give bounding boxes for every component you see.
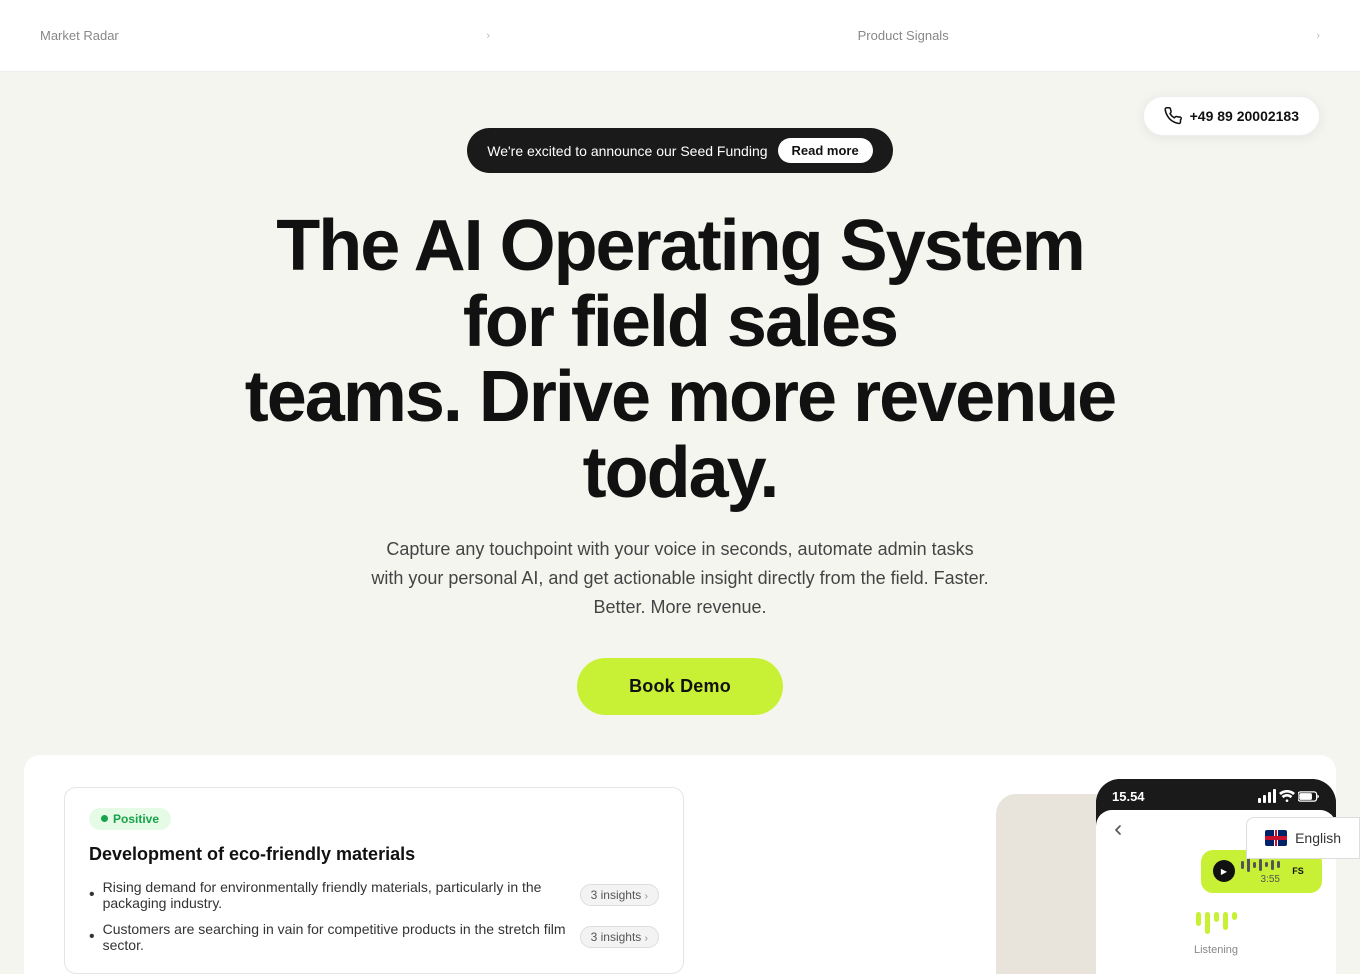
insight-badge-1[interactable]: 3 insights › [580,884,659,906]
battery-icon [1298,791,1320,802]
announcement-text: We're excited to announce our Seed Fundi… [487,143,767,159]
app-preview-section: Market Radar › Product Signals › Positiv… [24,755,1336,974]
read-more-button[interactable]: Read more [778,138,873,163]
tag-dot [101,815,108,822]
audio-duration: 3:55 [1241,874,1280,885]
language-label: English [1295,830,1341,846]
avatar-initials: FS [1286,859,1310,883]
insight-badge-2[interactable]: 3 insights › [580,926,659,948]
listening-label: Listening [1188,938,1244,962]
arrow-icon: › [645,891,648,902]
positive-tag: Positive [89,808,171,830]
phone-badge[interactable]: +49 89 20002183 [1143,96,1320,136]
status-icons [1258,789,1320,803]
list-item: Rising demand for environmentally friend… [89,879,659,911]
uk-flag-icon [1265,830,1287,846]
language-switcher[interactable]: English [1246,817,1360,859]
waveform-animation [1192,908,1241,938]
phone-front: 15.54 [1096,779,1336,974]
phone-time: 15.54 [1112,789,1145,804]
phones-container: 15.54 [996,779,1336,974]
list-item: Customers are searching in vain for comp… [89,921,659,953]
phone-icon [1164,107,1182,125]
phone-number: +49 89 20002183 [1190,108,1299,124]
waveform [1241,858,1280,872]
hero-subtext: Capture any touchpoint with your voice i… [370,535,990,621]
book-demo-hero-button[interactable]: Book Demo [577,658,783,715]
announcement-banner: We're excited to announce our Seed Fundi… [467,128,892,173]
card-list: Rising demand for environmentally friend… [89,879,659,953]
card-title: Development of eco-friendly materials [89,844,659,865]
hero-headline: The AI Operating System for field sales … [230,209,1130,511]
play-button[interactable]: ▶ [1213,860,1235,882]
arrow-icon: › [645,933,648,944]
listening-section: Listening [1110,908,1322,962]
wifi-icon [1279,790,1295,802]
back-icon[interactable] [1110,822,1126,838]
phone-status-bar: 15.54 [1096,779,1336,810]
app-card: Positive Development of eco-friendly mat… [64,787,684,974]
